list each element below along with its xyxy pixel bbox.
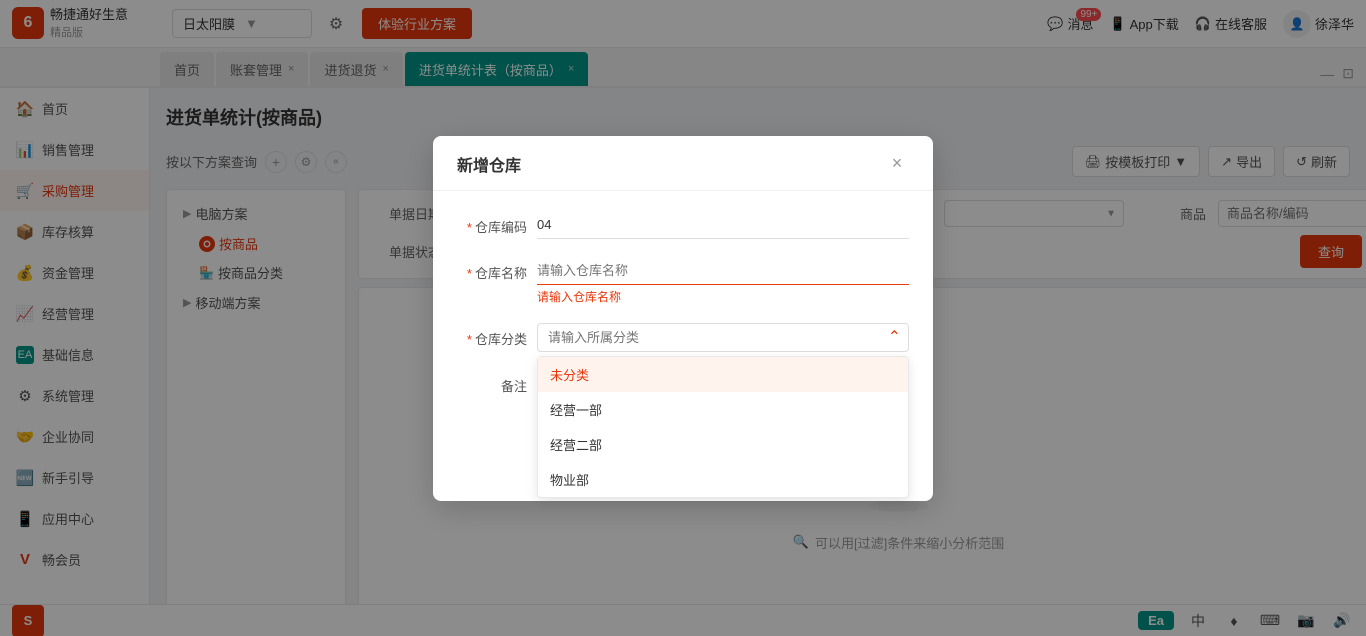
dropdown-item-dept1[interactable]: 经营一部: [538, 392, 908, 427]
dropdown-item-property[interactable]: 物业部: [538, 462, 908, 497]
form-item-category: 仓库分类 ⌃ 未分类 经营一部 经营二部 物业部: [457, 323, 909, 352]
category-toggle-icon[interactable]: ⌃: [888, 327, 901, 347]
modal-overlay: 新增仓库 × 仓库编码 仓库名称 请输入仓库名称: [0, 0, 1366, 636]
form-item-code: 仓库编码: [457, 211, 909, 239]
category-input-container: ⌃: [537, 323, 909, 352]
name-input[interactable]: [537, 257, 909, 285]
category-input[interactable]: [537, 323, 909, 352]
category-label: 仓库分类: [457, 323, 537, 348]
code-input-wrapper: [537, 211, 909, 239]
remark-label: 备注: [457, 370, 537, 395]
category-dropdown: 未分类 经营一部 经营二部 物业部: [537, 356, 909, 498]
name-label: 仓库名称: [457, 257, 537, 282]
category-input-wrapper: ⌃ 未分类 经营一部 经营二部 物业部: [537, 323, 909, 352]
code-label: 仓库编码: [457, 211, 537, 236]
modal-close-btn[interactable]: ×: [885, 152, 909, 176]
name-input-wrapper: 请输入仓库名称: [537, 257, 909, 305]
modal-body: 仓库编码 仓库名称 请输入仓库名称 仓库分类 ⌃: [433, 191, 933, 436]
code-input[interactable]: [537, 211, 909, 239]
dropdown-item-dept2[interactable]: 经营二部: [538, 427, 908, 462]
dropdown-item-uncategorized[interactable]: 未分类: [538, 357, 908, 392]
modal-header: 新增仓库 ×: [433, 136, 933, 191]
form-item-name: 仓库名称 请输入仓库名称: [457, 257, 909, 305]
name-error-tip: 请输入仓库名称: [537, 288, 909, 305]
modal-title: 新增仓库: [457, 152, 521, 176]
new-warehouse-modal: 新增仓库 × 仓库编码 仓库名称 请输入仓库名称: [433, 136, 933, 501]
